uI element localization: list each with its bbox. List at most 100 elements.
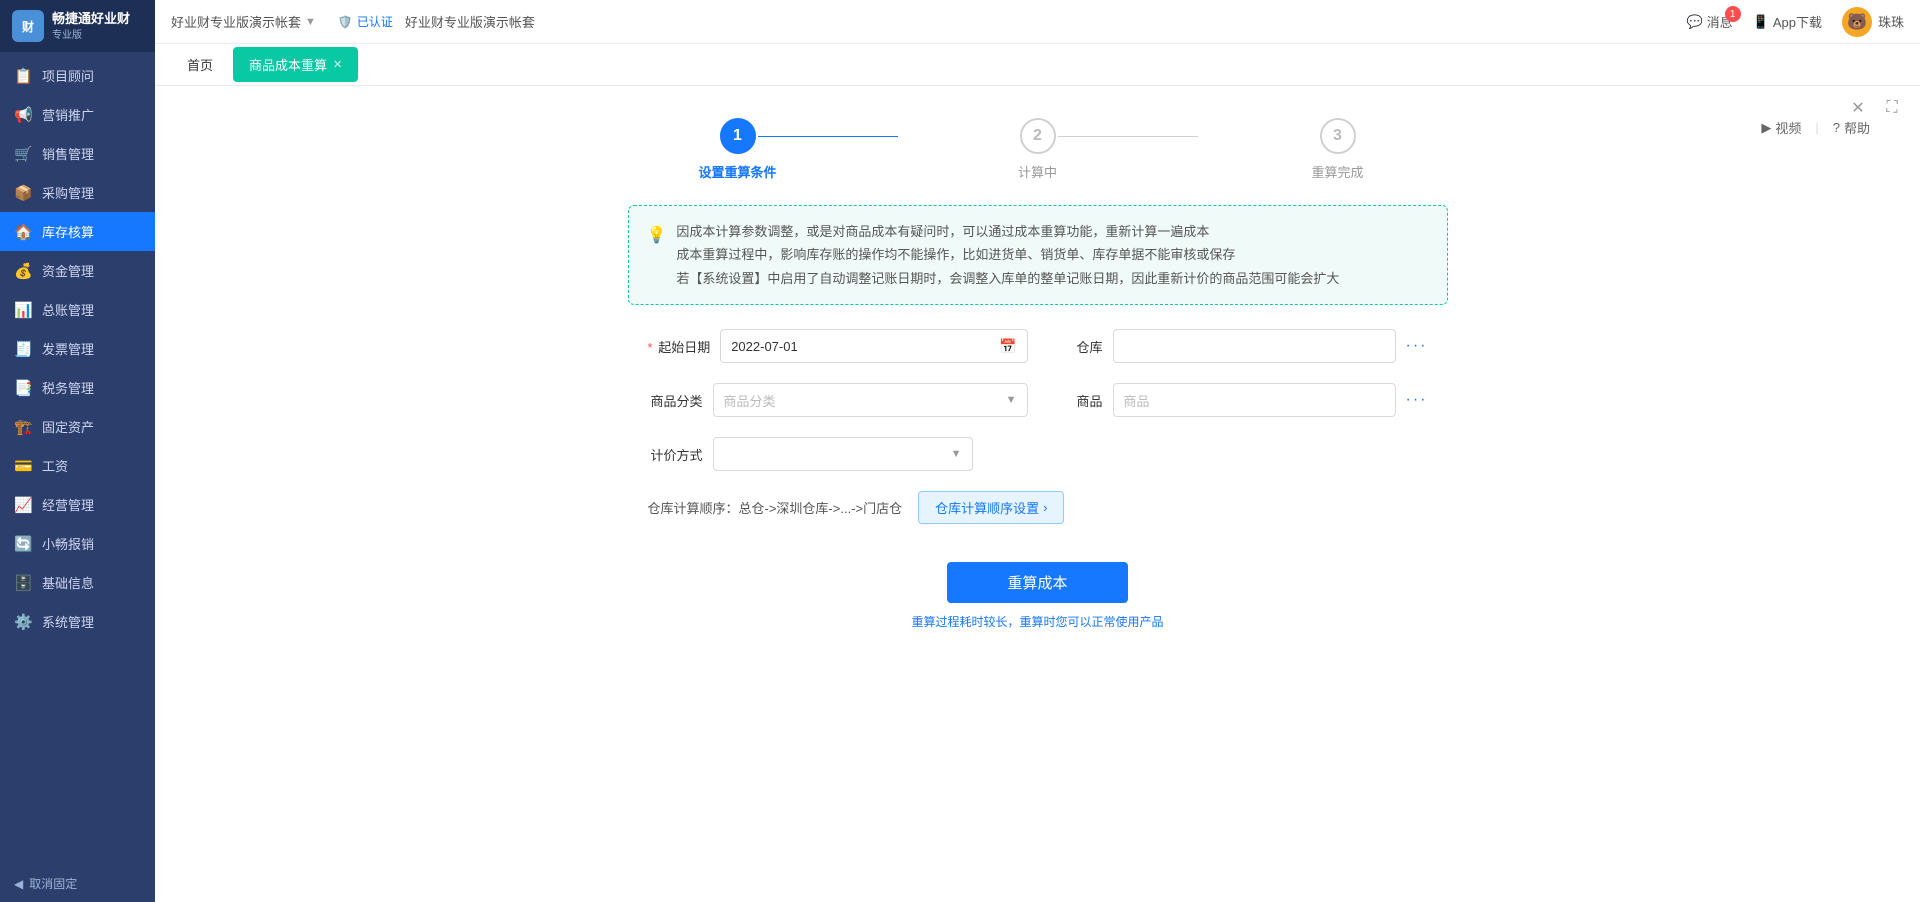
sidebar: 财 畅捷通好业财 专业版 📋 项目顾问 📢 营销推广 🛒 销售管理 📦 采购管理…	[0, 0, 155, 902]
sidebar-item-accounting[interactable]: 📊 总账管理	[0, 290, 155, 329]
play-icon: ▶	[1761, 120, 1771, 136]
product-label: 商品	[1048, 391, 1103, 410]
sidebar-item-business[interactable]: 📈 经营管理	[0, 485, 155, 524]
app-download-button[interactable]: 📱 App下载	[1753, 12, 1822, 31]
sidebar-item-label: 库存核算	[42, 222, 94, 241]
sidebar-item-project[interactable]: 📋 项目顾问	[0, 56, 155, 95]
form-area: * 起始日期 2022-07-01 📅 仓库 ···	[628, 329, 1448, 524]
app-logo-icon: 财	[12, 10, 44, 42]
invoice-icon: 🧾	[14, 340, 32, 358]
business-icon: 📈	[14, 496, 32, 514]
start-date-value: 2022-07-01	[731, 339, 999, 354]
sidebar-item-payroll[interactable]: 💳 工资	[0, 446, 155, 485]
tab-recalc[interactable]: 商品成本重算 ✕	[233, 47, 358, 82]
recalc-hint: 重算过程耗时较长，重算时您可以正常使用产品	[155, 613, 1920, 630]
start-date-label: * 起始日期	[648, 337, 711, 356]
step-1-number: 1	[733, 127, 742, 145]
verified-label: 已认证	[357, 13, 393, 30]
sidebar-item-sales[interactable]: 🛒 销售管理	[0, 134, 155, 173]
sidebar-item-finance[interactable]: 💰 资金管理	[0, 251, 155, 290]
pricing-select[interactable]: ▼	[713, 437, 973, 471]
required-mark: *	[648, 340, 653, 355]
step-line-1	[758, 136, 898, 137]
calendar-icon[interactable]: 📅	[999, 338, 1016, 355]
marketing-icon: 📢	[14, 106, 32, 124]
app-download-label: App下载	[1773, 12, 1822, 31]
product-more-button[interactable]: ···	[1406, 391, 1428, 409]
sidebar-item-tax[interactable]: 📑 税务管理	[0, 368, 155, 407]
system-icon: ⚙️	[14, 613, 32, 631]
help-label: 帮助	[1844, 118, 1870, 137]
inventory-icon: 🏠	[14, 223, 32, 241]
account-chevron-icon: ▼	[305, 16, 316, 28]
sidebar-item-basic[interactable]: 🗄️ 基础信息	[0, 563, 155, 602]
sidebar-unpin-button[interactable]: ◀ 取消固定	[0, 865, 155, 902]
info-line-1: 因成本计算参数调整，或是对商品成本有疑问时，可以通过成本重算功能，重新计算一遍成…	[676, 220, 1339, 243]
chevron-right-icon: ›	[1043, 500, 1047, 515]
recalc-button[interactable]: 重算成本	[947, 562, 1127, 603]
sidebar-item-purchase[interactable]: 📦 采购管理	[0, 173, 155, 212]
sidebar-item-assets[interactable]: 🏗️ 固定资产	[0, 407, 155, 446]
sidebar-item-label: 小畅报销	[42, 534, 94, 553]
warehouse-more-button[interactable]: ···	[1406, 337, 1428, 355]
question-icon: ?	[1833, 120, 1840, 135]
recalc-area: 重算成本 重算过程耗时较长，重算时您可以正常使用产品	[155, 552, 1920, 646]
category-select[interactable]: 商品分类 ▼	[713, 383, 1028, 417]
topbar-account: 好业财专业版演示帐套 ▼ 🛡️ 已认证 好业财专业版演示帐套	[171, 12, 1676, 31]
pricing-label: 计价方式	[648, 445, 703, 464]
step-3-circle: 3	[1320, 118, 1356, 154]
tab-home-label: 首页	[187, 55, 213, 74]
sidebar-item-invoice[interactable]: 🧾 发票管理	[0, 329, 155, 368]
sidebar-item-inventory[interactable]: 🏠 库存核算	[0, 212, 155, 251]
tax-icon: 📑	[14, 379, 32, 397]
warehouse-order-label: 仓库计算顺序：总仓->深圳仓库->...->门店仓	[648, 498, 903, 517]
expand-button[interactable]: ⛶	[1880, 96, 1904, 120]
message-icon: 💬	[1686, 14, 1702, 30]
start-date-label-text: 起始日期	[658, 340, 710, 355]
step-3-number: 3	[1333, 127, 1342, 145]
sidebar-item-label: 采购管理	[42, 183, 94, 202]
product-input[interactable]: 商品	[1113, 383, 1396, 417]
sidebar-item-expense[interactable]: 🔄 小畅报销	[0, 524, 155, 563]
product-placeholder: 商品	[1124, 391, 1385, 410]
form-row-2: 商品分类 商品分类 ▼ 商品 商品 ···	[648, 383, 1428, 417]
close-icon: ✕	[1851, 98, 1864, 118]
category-placeholder: 商品分类	[724, 391, 776, 410]
recalc-btn-label: 重算成本	[1007, 575, 1067, 592]
form-row-1: * 起始日期 2022-07-01 📅 仓库 ···	[648, 329, 1428, 363]
sidebar-item-label: 基础信息	[42, 573, 94, 592]
help-links: ▶ 视频 | ? 帮助	[1761, 118, 1870, 137]
basic-icon: 🗄️	[14, 574, 32, 592]
warehouse-group: 仓库 ···	[1048, 329, 1428, 363]
user-avatar-button[interactable]: 🐻 珠珠	[1842, 7, 1904, 37]
warehouse-order-btn[interactable]: 仓库计算顺序设置 ›	[918, 491, 1064, 524]
tab-close-icon[interactable]: ✕	[333, 58, 342, 71]
video-link[interactable]: ▶ 视频	[1761, 118, 1801, 137]
video-label: 视频	[1775, 118, 1801, 137]
sidebar-item-label: 系统管理	[42, 612, 94, 631]
step-2: 2 计算中	[948, 118, 1128, 181]
close-button[interactable]: ✕	[1846, 96, 1870, 120]
app-edition: 专业版	[52, 26, 130, 41]
info-box: 💡 因成本计算参数调整，或是对商品成本有疑问时，可以通过成本重算功能，重新计算一…	[628, 205, 1448, 305]
warehouse-order-row: 仓库计算顺序：总仓->深圳仓库->...->门店仓 仓库计算顺序设置 ›	[648, 491, 1428, 524]
finance-icon: 💰	[14, 262, 32, 280]
app-name: 畅捷通好业财	[52, 11, 130, 27]
sidebar-item-system[interactable]: ⚙️ 系统管理	[0, 602, 155, 641]
help-link[interactable]: ? 帮助	[1833, 118, 1870, 137]
sidebar-item-marketing[interactable]: 📢 营销推广	[0, 95, 155, 134]
tab-home[interactable]: 首页	[171, 47, 229, 82]
step-3: 3 重算完成	[1248, 118, 1428, 181]
purchase-icon: 📦	[14, 184, 32, 202]
sidebar-item-label: 资金管理	[42, 261, 94, 280]
sidebar-item-label: 营销推广	[42, 105, 94, 124]
info-content: 因成本计算参数调整，或是对商品成本有疑问时，可以通过成本重算功能，重新计算一遍成…	[676, 220, 1339, 290]
start-date-input[interactable]: 2022-07-01 📅	[720, 329, 1027, 363]
divider: |	[1815, 120, 1818, 135]
step-line-2	[1058, 136, 1198, 137]
warehouse-input[interactable]	[1113, 329, 1396, 363]
message-button[interactable]: 💬 消息 1	[1686, 12, 1732, 31]
avatar: 🐻	[1842, 7, 1872, 37]
account-selector[interactable]: 好业财专业版演示帐套 ▼	[171, 12, 316, 31]
assets-icon: 🏗️	[14, 418, 32, 436]
